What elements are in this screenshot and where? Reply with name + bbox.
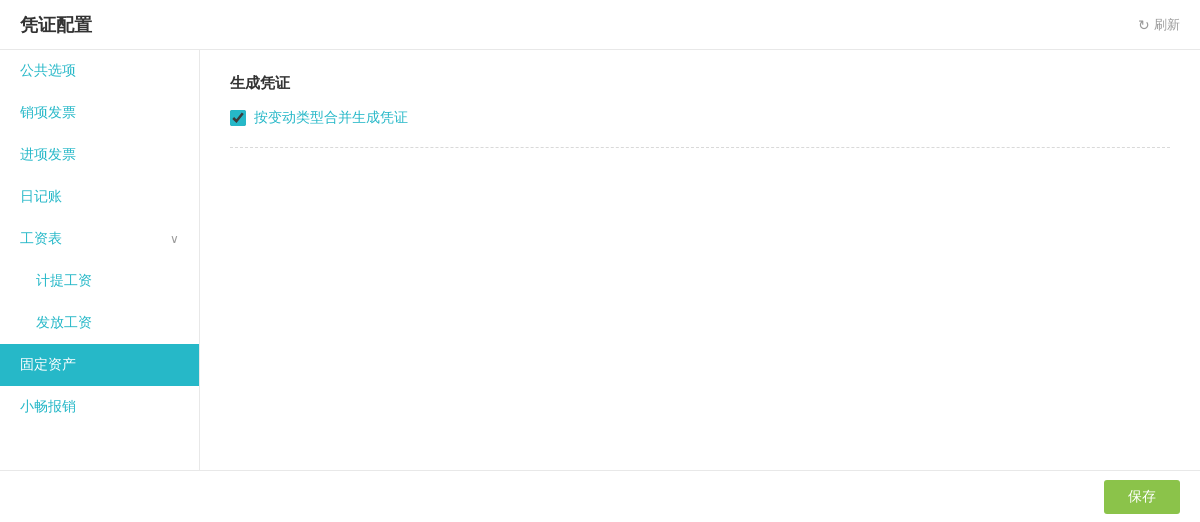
sidebar-item-pay-salary[interactable]: 发放工资 xyxy=(0,302,199,344)
sidebar-label-payroll-table: 工资表 xyxy=(20,230,62,248)
chevron-down-icon: ∨ xyxy=(170,232,179,246)
main-content: 公共选项销项发票进项发票日记账工资表 ∨ 计提工资发放工资固定资产小畅报销 生成凭证… xyxy=(0,50,1200,470)
sidebar-item-purchase-invoice[interactable]: 进项发票 xyxy=(0,134,199,176)
page-title: 凭证配置 xyxy=(20,13,92,37)
page-header: 凭证配置 ↻ 刷新 xyxy=(0,0,1200,50)
sidebar-label-accrued-salary: 计提工资 xyxy=(36,272,92,290)
sidebar-item-sales-invoice[interactable]: 销项发票 xyxy=(0,92,199,134)
sidebar-label-sales-invoice: 销项发票 xyxy=(20,104,76,122)
sidebar-label-public-options: 公共选项 xyxy=(20,62,76,80)
sidebar-label-purchase-invoice: 进项发票 xyxy=(20,146,76,164)
sidebar-item-payroll-table[interactable]: 工资表 ∨ xyxy=(0,218,199,260)
sidebar: 公共选项销项发票进项发票日记账工资表 ∨ 计提工资发放工资固定资产小畅报销 xyxy=(0,50,200,470)
sidebar-item-accrued-salary[interactable]: 计提工资 xyxy=(0,260,199,302)
refresh-label: 刷新 xyxy=(1154,16,1180,34)
sidebar-label-journal: 日记账 xyxy=(20,188,62,206)
merge-voucher-checkbox[interactable] xyxy=(230,110,246,126)
sidebar-item-fixed-assets[interactable]: 固定资产 xyxy=(0,344,199,386)
section-title: 生成凭证 xyxy=(230,74,1170,93)
merge-voucher-label[interactable]: 按变动类型合并生成凭证 xyxy=(254,109,408,127)
page-footer: 保存 xyxy=(0,470,1200,522)
refresh-icon: ↻ xyxy=(1138,17,1150,33)
sidebar-label-fixed-assets: 固定资产 xyxy=(20,356,76,374)
sidebar-label-pay-salary: 发放工资 xyxy=(36,314,92,332)
sidebar-item-expense-report[interactable]: 小畅报销 xyxy=(0,386,199,428)
refresh-button[interactable]: ↻ 刷新 xyxy=(1138,16,1180,34)
section-divider xyxy=(230,147,1170,148)
checkbox-row: 按变动类型合并生成凭证 xyxy=(230,109,1170,127)
sidebar-item-journal[interactable]: 日记账 xyxy=(0,176,199,218)
content-area: 生成凭证 按变动类型合并生成凭证 xyxy=(200,50,1200,470)
sidebar-item-public-options[interactable]: 公共选项 xyxy=(0,50,199,92)
save-button[interactable]: 保存 xyxy=(1104,480,1180,514)
sidebar-label-expense-report: 小畅报销 xyxy=(20,398,76,416)
